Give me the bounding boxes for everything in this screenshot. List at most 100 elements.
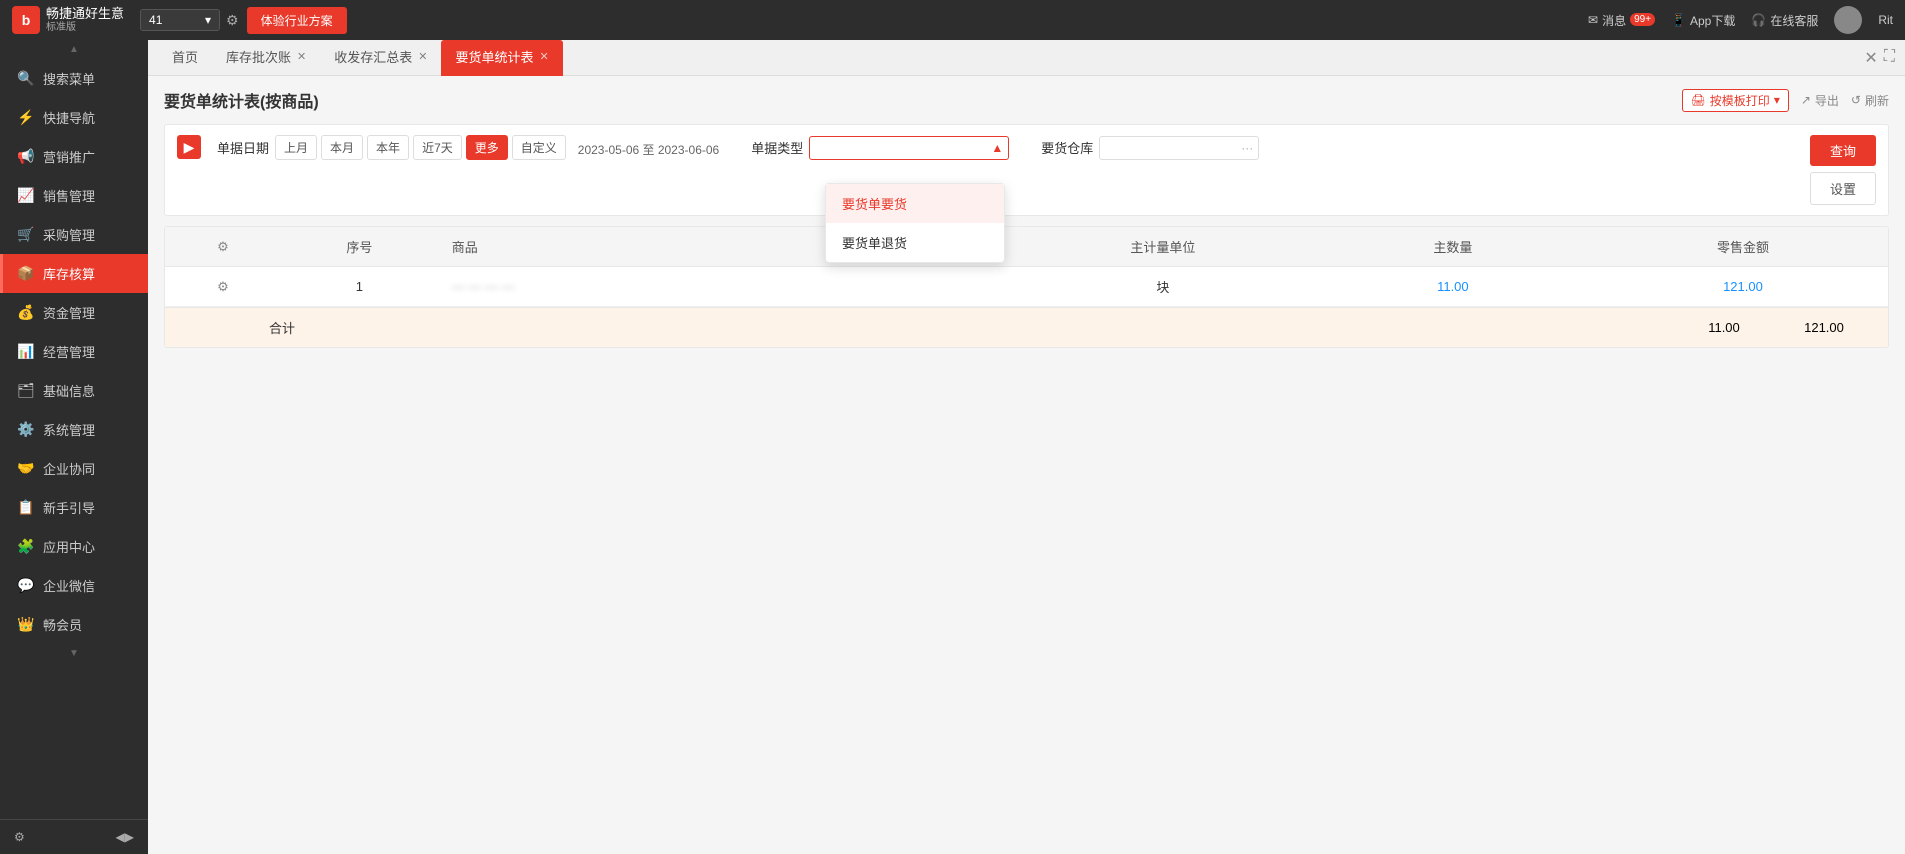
maximize-tab-button[interactable]: ⛶ [1884, 48, 1895, 68]
sidebar-label-finance: 资金管理 [43, 303, 95, 322]
sidebar-item-finance[interactable]: 💰 资金管理 [0, 293, 148, 332]
row-goods-0: — — — — [438, 267, 1018, 307]
sidebar-item-operations[interactable]: 📊经营管理 [0, 332, 148, 371]
header-right: ✉ 消息 99+ 📱 App下载 🎧 在线客服 Rit [1588, 6, 1893, 34]
tab-inventory-batch[interactable]: 库存批次账 ✕ [212, 40, 320, 76]
collapse-icon[interactable]: ◀▶ [116, 830, 134, 844]
sidebar-icon-wecom: 💬 [17, 577, 35, 594]
sidebar-label-inventory: 库存核算 [43, 264, 95, 283]
sidebar-item-guide[interactable]: 📋新手引导 [0, 488, 148, 527]
type-filter-input[interactable] [809, 136, 1009, 160]
sidebar-label-search: 搜索菜单 [43, 69, 95, 88]
col-seq: 序号 [281, 227, 438, 267]
sidebar-icon-system: ⚙️ [17, 421, 35, 438]
tab-close-inventory-batch[interactable]: ✕ [297, 50, 306, 63]
tab-close-collect-summary[interactable]: ✕ [418, 50, 427, 63]
type-input-chevron[interactable]: ▲ [991, 141, 1003, 155]
sidebar-item-system[interactable]: ⚙️系统管理 [0, 410, 148, 449]
sidebar-label-quick-nav: 快捷导航 [43, 108, 95, 127]
sidebar-label-wecom: 企业微信 [43, 576, 95, 595]
sidebar-label-purchase: 采购管理 [43, 225, 95, 244]
edition-label: 标准版 [46, 22, 124, 34]
tab-order-summary[interactable]: 要货单统计表 ✕ [441, 40, 562, 76]
export-button[interactable]: ↗ 导出 [1801, 92, 1839, 109]
last-month-btn[interactable]: 上月 [275, 135, 317, 160]
dropdown-item-order-return[interactable]: 要货单退货 [826, 223, 1004, 262]
row-amount-0[interactable]: 121.00 [1598, 267, 1888, 307]
sidebar-label-app-center: 应用中心 [43, 537, 95, 556]
sidebar-label-base-info: 基础信息 [43, 381, 95, 400]
tab-collect-summary[interactable]: 收发存汇总表 ✕ [320, 40, 441, 76]
user-avatar[interactable] [1834, 6, 1862, 34]
sidebar-icon-purchase: 🛒 [17, 226, 35, 243]
content-area: 首页库存批次账 ✕收发存汇总表 ✕要货单统计表 ✕ ✕ ⛶ 要货单统计表(按商品… [148, 40, 1905, 854]
messages-action[interactable]: ✉ 消息 99+ [1588, 12, 1655, 29]
sidebar-item-search[interactable]: 🔍搜索菜单 [0, 59, 148, 98]
sidebar-item-marketing[interactable]: 📢营销推广 [0, 137, 148, 176]
sidebar-scroll-down[interactable]: ▼ [0, 644, 148, 663]
footer-quantity: 11.00 [1674, 320, 1774, 335]
filter-toggle-button[interactable]: ▶ [177, 135, 201, 159]
title-actions: 🖨 按模板打印 ▾ ↗ 导出 ↺ 刷新 [1682, 89, 1889, 112]
page-title: 要货单统计表(按商品) [164, 88, 319, 112]
headset-icon: 🎧 [1751, 13, 1766, 27]
sidebar-label-member: 畅会员 [43, 615, 82, 634]
warehouse-input-more[interactable]: ··· [1241, 141, 1253, 155]
trial-button[interactable]: 体验行业方案 [247, 7, 347, 34]
tab-close-order-summary[interactable]: ✕ [540, 50, 549, 63]
sidebar-item-app-center[interactable]: 🧩应用中心 [0, 527, 148, 566]
dropdown-item-order-goods[interactable]: 要货单要货 [826, 184, 1004, 223]
sidebar-icon-finance: 💰 [17, 304, 35, 321]
query-button[interactable]: 查询 [1810, 135, 1876, 166]
col-unit: 主计量单位 [1018, 227, 1308, 267]
sidebar-item-enterprise[interactable]: 🤝企业协同 [0, 449, 148, 488]
sidebar-item-sales[interactable]: 📈销售管理 [0, 176, 148, 215]
tab-home[interactable]: 首页 [158, 40, 212, 76]
tab-label-collect-summary: 收发存汇总表 [334, 47, 412, 66]
header-settings-icon[interactable]: ⚙ [226, 12, 239, 29]
col-settings: ⚙ [165, 227, 281, 267]
logo-area: b 畅捷通好生意 标准版 [12, 6, 124, 34]
type-input-wrapper: ▲ [809, 136, 1009, 160]
warehouse-filter-input[interactable] [1099, 136, 1259, 160]
warehouse-filter-field: 要货仓库 ··· [1041, 136, 1259, 160]
sidebar-icon-operations: 📊 [17, 343, 35, 360]
sidebar-item-base-info[interactable]: 🗂 基础信息 [0, 371, 148, 410]
sidebar-item-purchase[interactable]: 🛒 采购管理 [0, 215, 148, 254]
phone-icon: 📱 [1671, 13, 1686, 27]
date-filter-field: 单据日期 上月 本月 本年 近7天 更多 自定义 [217, 135, 566, 160]
sidebar-label-marketing: 营销推广 [43, 147, 95, 166]
warehouse-input-wrapper: ··· [1099, 136, 1259, 160]
filter-settings-button[interactable]: 设置 [1810, 172, 1876, 205]
sidebar-icon-enterprise: 🤝 [17, 460, 35, 477]
sidebar-item-inventory[interactable]: 📦库存核算 [0, 254, 148, 293]
tab-label-home: 首页 [172, 47, 198, 66]
print-button[interactable]: 🖨 按模板打印 ▾ [1682, 89, 1789, 112]
company-name: 畅捷通好生意 [46, 6, 124, 22]
date-buttons-group: 上月 本月 本年 近7天 更多 自定义 [275, 135, 566, 160]
custom-date-btn[interactable]: 自定义 [512, 135, 566, 160]
row-settings-0[interactable]: ⚙ [165, 267, 281, 307]
sidebar-label-guide: 新手引导 [43, 498, 95, 517]
settings-bottom-icon[interactable]: ⚙ [14, 830, 25, 844]
app-download-action[interactable]: 📱 App下载 [1671, 12, 1735, 29]
row-quantity-0[interactable]: 11.00 [1308, 267, 1598, 307]
data-table: ⚙ 序号 商品 主计量单位 主数量 零售金额 ⚙ 1 — — — — 块 11.… [165, 227, 1888, 307]
last-7days-btn[interactable]: 近7天 [413, 135, 462, 160]
tab-count-selector[interactable]: 41 ▾ [140, 9, 220, 31]
sidebar-icon-base-info: 🗂 [17, 382, 35, 399]
sidebar-item-wecom[interactable]: 💬 企业微信 [0, 566, 148, 605]
this-year-btn[interactable]: 本年 [367, 135, 409, 160]
online-service-action[interactable]: 🎧 在线客服 [1751, 12, 1818, 29]
this-month-btn[interactable]: 本月 [321, 135, 363, 160]
filter-bar: ▶ 单据日期 上月 本月 本年 近7天 更多 自定义 [164, 124, 1889, 216]
close-tab-button[interactable]: ✕ [1864, 48, 1877, 68]
refresh-button[interactable]: ↺ 刷新 [1851, 92, 1889, 109]
main-layout: ▲ 🔍搜索菜单⚡快捷导航📢营销推广📈销售管理 🛒 采购管理 📦库存核算 💰 资金管理 📊经营… [0, 40, 1905, 854]
sidebar-item-quick-nav[interactable]: ⚡快捷导航 [0, 98, 148, 137]
footer-amount: 121.00 [1774, 320, 1874, 335]
sidebar-item-member[interactable]: 👑畅会员 [0, 605, 148, 644]
sidebar-scroll-up[interactable]: ▲ [0, 40, 148, 59]
date-filter-label: 单据日期 [217, 138, 269, 157]
more-dates-btn[interactable]: 更多 [466, 135, 508, 160]
